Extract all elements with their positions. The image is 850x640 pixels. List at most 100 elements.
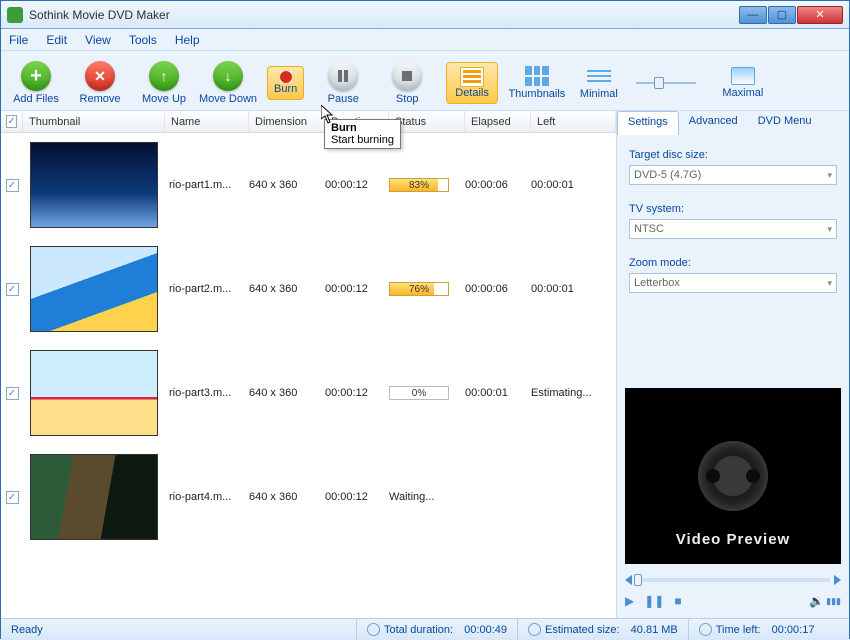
col-thumbnail[interactable]: Thumbnail — [23, 111, 165, 132]
minimize-button[interactable]: — — [739, 6, 767, 24]
preview-play-button[interactable]: ▶ — [625, 594, 634, 608]
minimal-label: Minimal — [580, 88, 618, 100]
add-files-button[interactable]: Add Files — [11, 61, 61, 105]
list-row[interactable]: ✓ rio-part4.m... 640 x 360 00:00:12 Wait… — [1, 445, 616, 549]
tooltip-desc: Start burning — [331, 134, 394, 146]
seek-bar[interactable] — [636, 578, 830, 582]
col-elapsed[interactable]: Elapsed — [465, 111, 531, 132]
row-checkbox[interactable]: ✓ — [6, 491, 19, 504]
menu-tools[interactable]: Tools — [129, 33, 157, 47]
reel-icon — [698, 441, 768, 511]
maximal-view-button[interactable]: Maximal — [720, 67, 766, 99]
file-list: Burn Start burning ✓ Thumbnail Name Dime… — [1, 111, 617, 618]
seek-start-icon[interactable] — [625, 575, 632, 585]
thumbnails-view-button[interactable]: Thumbnails — [512, 66, 562, 100]
remove-label: Remove — [80, 93, 121, 105]
side-panel: Settings Advanced DVD Menu Target disc s… — [617, 111, 849, 618]
status-ready: Ready — [1, 619, 356, 640]
row-dimension: 640 x 360 — [249, 491, 325, 503]
x-icon — [85, 61, 115, 91]
close-button[interactable]: ✕ — [797, 6, 843, 24]
row-duration: 00:00:12 — [325, 179, 389, 191]
move-down-button[interactable]: Move Down — [203, 61, 253, 105]
row-checkbox[interactable]: ✓ — [6, 179, 19, 192]
tab-dvd-menu[interactable]: DVD Menu — [748, 111, 822, 135]
menu-edit[interactable]: Edit — [46, 33, 67, 47]
preview-seek[interactable] — [625, 572, 841, 588]
stop-label: Stop — [396, 93, 419, 105]
status-estimated-size: Estimated size: 40.81 MB — [517, 619, 688, 640]
thumbnail-image — [30, 142, 158, 228]
progress-bar: 76% — [389, 282, 449, 296]
side-tabs: Settings Advanced DVD Menu — [617, 111, 849, 135]
list-row[interactable]: ✓ rio-part3.m... 640 x 360 00:00:12 0% 0… — [1, 341, 616, 445]
col-dimension[interactable]: Dimension — [249, 111, 325, 132]
thumb-size-slider[interactable] — [636, 68, 706, 98]
minimal-view-button[interactable]: Minimal — [576, 66, 622, 100]
details-label: Details — [455, 87, 489, 99]
seek-end-icon[interactable] — [834, 575, 841, 585]
tv-system-label: TV system: — [629, 203, 837, 215]
details-view-button[interactable]: Details — [446, 62, 498, 104]
col-left[interactable]: Left — [531, 111, 616, 132]
disc-icon — [528, 623, 541, 636]
select-all-checkbox[interactable]: ✓ — [6, 115, 16, 128]
stop-icon — [392, 61, 422, 91]
list-body[interactable]: ✓ rio-part1.m... 640 x 360 00:00:12 83% … — [1, 133, 616, 618]
col-name[interactable]: Name — [165, 111, 249, 132]
row-dimension: 640 x 360 — [249, 387, 325, 399]
row-checkbox[interactable]: ✓ — [6, 387, 19, 400]
status-total-duration: Total duration: 00:00:49 — [356, 619, 517, 640]
row-name: rio-part3.m... — [165, 387, 249, 399]
remove-button[interactable]: Remove — [75, 61, 125, 105]
move-down-label: Move Down — [199, 93, 257, 105]
header-check[interactable]: ✓ — [1, 111, 23, 132]
tv-system-combo[interactable]: NTSC — [629, 219, 837, 239]
minimal-icon — [587, 66, 611, 86]
toolbar: Add Files Remove Move Up Move Down Burn … — [1, 51, 849, 111]
add-files-label: Add Files — [13, 93, 59, 105]
pause-button[interactable]: Pause — [318, 61, 368, 105]
row-checkbox[interactable]: ✓ — [6, 283, 19, 296]
content-area: Burn Start burning ✓ Thumbnail Name Dime… — [1, 111, 849, 618]
row-status: Waiting... — [389, 491, 465, 503]
target-disc-combo[interactable]: DVD-5 (4.7G) — [629, 165, 837, 185]
plus-icon — [21, 61, 51, 91]
row-name: rio-part2.m... — [165, 283, 249, 295]
burn-label: Burn — [274, 83, 297, 95]
stop-button[interactable]: Stop — [382, 61, 432, 105]
video-preview: Video Preview — [625, 388, 841, 564]
thumbnails-icon — [525, 66, 549, 86]
tooltip-title: Burn — [331, 122, 394, 134]
menu-file[interactable]: File — [9, 33, 28, 47]
status-time-left: Time left: 00:00:17 — [688, 619, 825, 640]
list-row[interactable]: ✓ rio-part1.m... 640 x 360 00:00:12 83% … — [1, 133, 616, 237]
zoom-mode-combo[interactable]: Letterbox — [629, 273, 837, 293]
settings-panel: Target disc size: DVD-5 (4.7G) TV system… — [617, 135, 849, 303]
maximal-label: Maximal — [722, 87, 763, 99]
tab-advanced[interactable]: Advanced — [679, 111, 748, 135]
preview-pause-button[interactable]: ❚❚ — [644, 594, 664, 608]
move-up-button[interactable]: Move Up — [139, 61, 189, 105]
arrow-up-icon — [149, 61, 179, 91]
clock-icon — [367, 623, 380, 636]
preview-text: Video Preview — [676, 531, 790, 548]
list-row[interactable]: ✓ rio-part2.m... 640 x 360 00:00:12 76% … — [1, 237, 616, 341]
menu-view[interactable]: View — [85, 33, 111, 47]
preview-stop-button[interactable]: ■ — [674, 594, 681, 608]
record-icon — [280, 71, 292, 83]
maximal-icon — [731, 67, 755, 85]
row-dimension: 640 x 360 — [249, 283, 325, 295]
window-title: Sothink Movie DVD Maker — [29, 8, 739, 22]
menu-help[interactable]: Help — [175, 33, 200, 47]
details-icon — [460, 67, 484, 87]
row-left: 00:00:01 — [531, 283, 616, 295]
move-up-label: Move Up — [142, 93, 186, 105]
burn-tooltip: Burn Start burning — [324, 119, 401, 149]
volume-control[interactable]: 🔉 ▮▮▮ — [809, 594, 841, 608]
maximize-button[interactable]: ▢ — [768, 6, 796, 24]
row-elapsed: 00:00:06 — [465, 179, 531, 191]
pause-icon — [328, 61, 358, 91]
tab-settings[interactable]: Settings — [617, 111, 679, 135]
burn-button[interactable]: Burn — [267, 66, 304, 100]
